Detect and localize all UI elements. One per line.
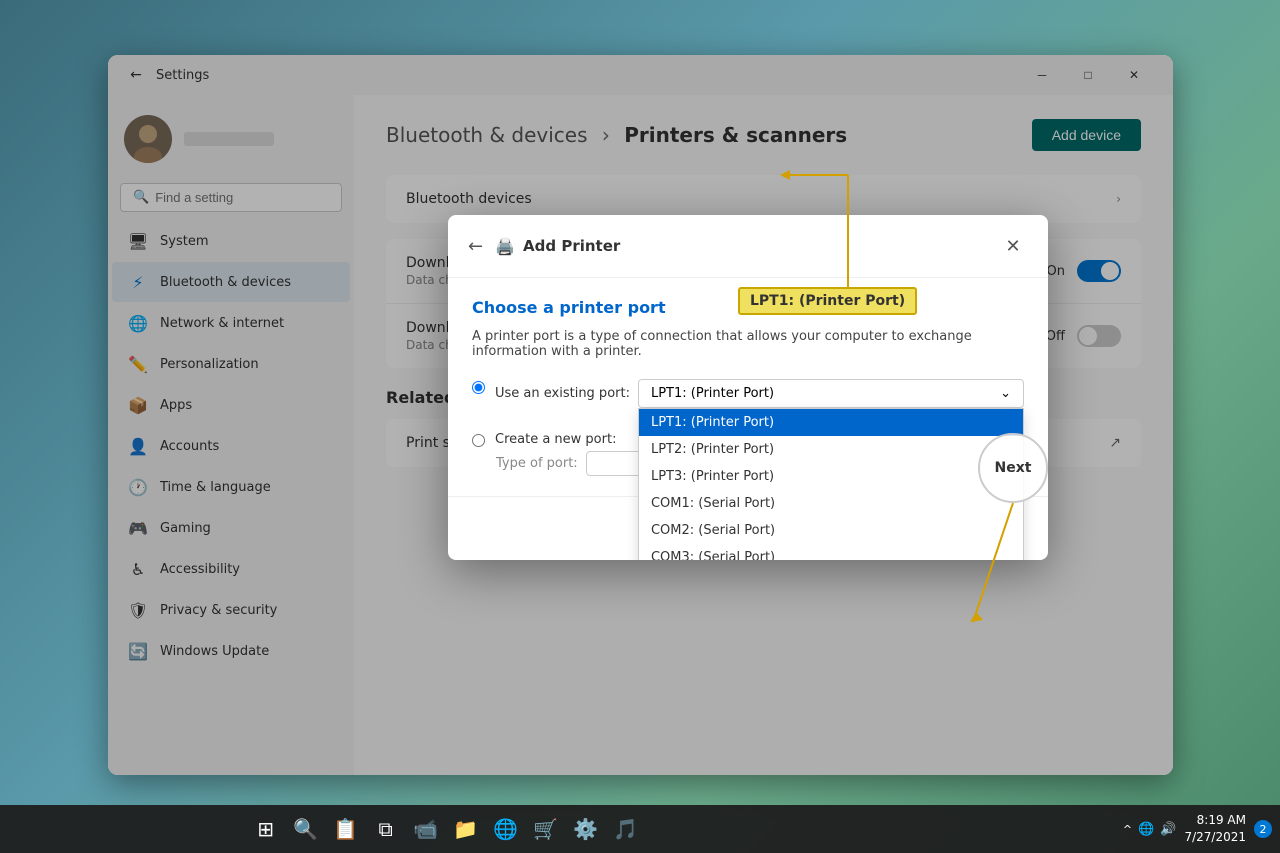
- dropdown-item-lpt3[interactable]: LPT3: (Printer Port): [639, 463, 1023, 490]
- taskbar-caret-icon[interactable]: ^: [1123, 823, 1132, 836]
- taskbar-time-display: 8:19 AM: [1184, 812, 1246, 829]
- dialog-close-button[interactable]: ✕: [998, 231, 1028, 261]
- taskbar-system-icons: ^ 🌐 🔊: [1123, 822, 1177, 837]
- taskbar-taskview-icon[interactable]: 📋: [328, 811, 364, 847]
- dropdown-item-com2[interactable]: COM2: (Serial Port): [639, 517, 1023, 544]
- dropdown-item-lpt2[interactable]: LPT2: (Printer Port): [639, 436, 1023, 463]
- dialog-title: Add Printer: [523, 237, 620, 255]
- existing-port-radio[interactable]: [472, 381, 485, 394]
- taskbar-language-icon[interactable]: 🌐: [1138, 822, 1154, 837]
- port-dropdown[interactable]: LPT1: (Printer Port) ⌄: [638, 379, 1024, 408]
- taskbar-start-icon[interactable]: ⊞: [248, 811, 284, 847]
- port-dropdown-list: LPT1: (Printer Port) LPT2: (Printer Port…: [638, 408, 1024, 560]
- port-dropdown-container: LPT1: (Printer Port) ⌄ LPT1: (Printer Po…: [638, 379, 1024, 408]
- taskbar-widgets-icon[interactable]: ⧉: [368, 811, 404, 847]
- dropdown-item-lpt1[interactable]: LPT1: (Printer Port): [639, 409, 1023, 436]
- dialog-back-button[interactable]: ←: [468, 236, 483, 257]
- notification-badge[interactable]: 2: [1254, 820, 1272, 838]
- taskbar-explorer-icon[interactable]: 📁: [448, 811, 484, 847]
- taskbar-date-display: 7/27/2021: [1184, 829, 1246, 846]
- taskbar-edge-icon[interactable]: 🌐: [488, 811, 524, 847]
- dropdown-item-com3[interactable]: COM3: (Serial Port): [639, 544, 1023, 560]
- taskbar-settings-icon[interactable]: ⚙️: [568, 811, 604, 847]
- type-of-port-label: Type of port:: [496, 456, 578, 471]
- dropdown-item-com1[interactable]: COM1: (Serial Port): [639, 490, 1023, 517]
- new-port-radio[interactable]: [472, 434, 485, 447]
- add-printer-dialog: LPT1: (Printer Port) ← 🖨️ Add Printer ✕ …: [448, 215, 1048, 560]
- taskbar-clock[interactable]: 8:19 AM 7/27/2021: [1184, 812, 1246, 846]
- existing-port-row: Use an existing port: LPT1: (Printer Por…: [472, 379, 1024, 408]
- taskbar-music-icon[interactable]: 🎵: [608, 811, 644, 847]
- settings-window: ← Settings ─ □ ✕ 🔍: [108, 55, 1173, 775]
- taskbar-store-icon[interactable]: 🛒: [528, 811, 564, 847]
- next-annotation: Next: [978, 433, 1048, 503]
- taskbar-right: ^ 🌐 🔊 8:19 AM 7/27/2021 2: [1123, 812, 1272, 846]
- new-port-label: Create a new port:: [495, 432, 616, 447]
- taskbar-teams-icon[interactable]: 📹: [408, 811, 444, 847]
- radio-group: Use an existing port: LPT1: (Printer Por…: [472, 379, 1024, 476]
- taskbar-search-icon[interactable]: 🔍: [288, 811, 324, 847]
- taskbar-volume-icon[interactable]: 🔊: [1160, 822, 1176, 837]
- port-dropdown-value: LPT1: (Printer Port): [651, 386, 774, 401]
- dropdown-chevron-icon: ⌄: [1000, 386, 1011, 401]
- dialog-header: ← 🖨️ Add Printer ✕: [448, 215, 1048, 278]
- printer-icon: 🖨️: [495, 237, 515, 256]
- taskbar: ⊞ 🔍 📋 ⧉ 📹 📁 🌐 🛒 ⚙️ 🎵 ^ 🌐 🔊 8:19 AM 7/27/…: [0, 805, 1280, 853]
- taskbar-center: ⊞ 🔍 📋 ⧉ 📹 📁 🌐 🛒 ⚙️ 🎵: [248, 811, 644, 847]
- lpt1-tooltip: LPT1: (Printer Port): [738, 287, 917, 315]
- dialog-description: A printer port is a type of connection t…: [472, 329, 1024, 359]
- existing-port-label: Use an existing port:: [495, 386, 630, 401]
